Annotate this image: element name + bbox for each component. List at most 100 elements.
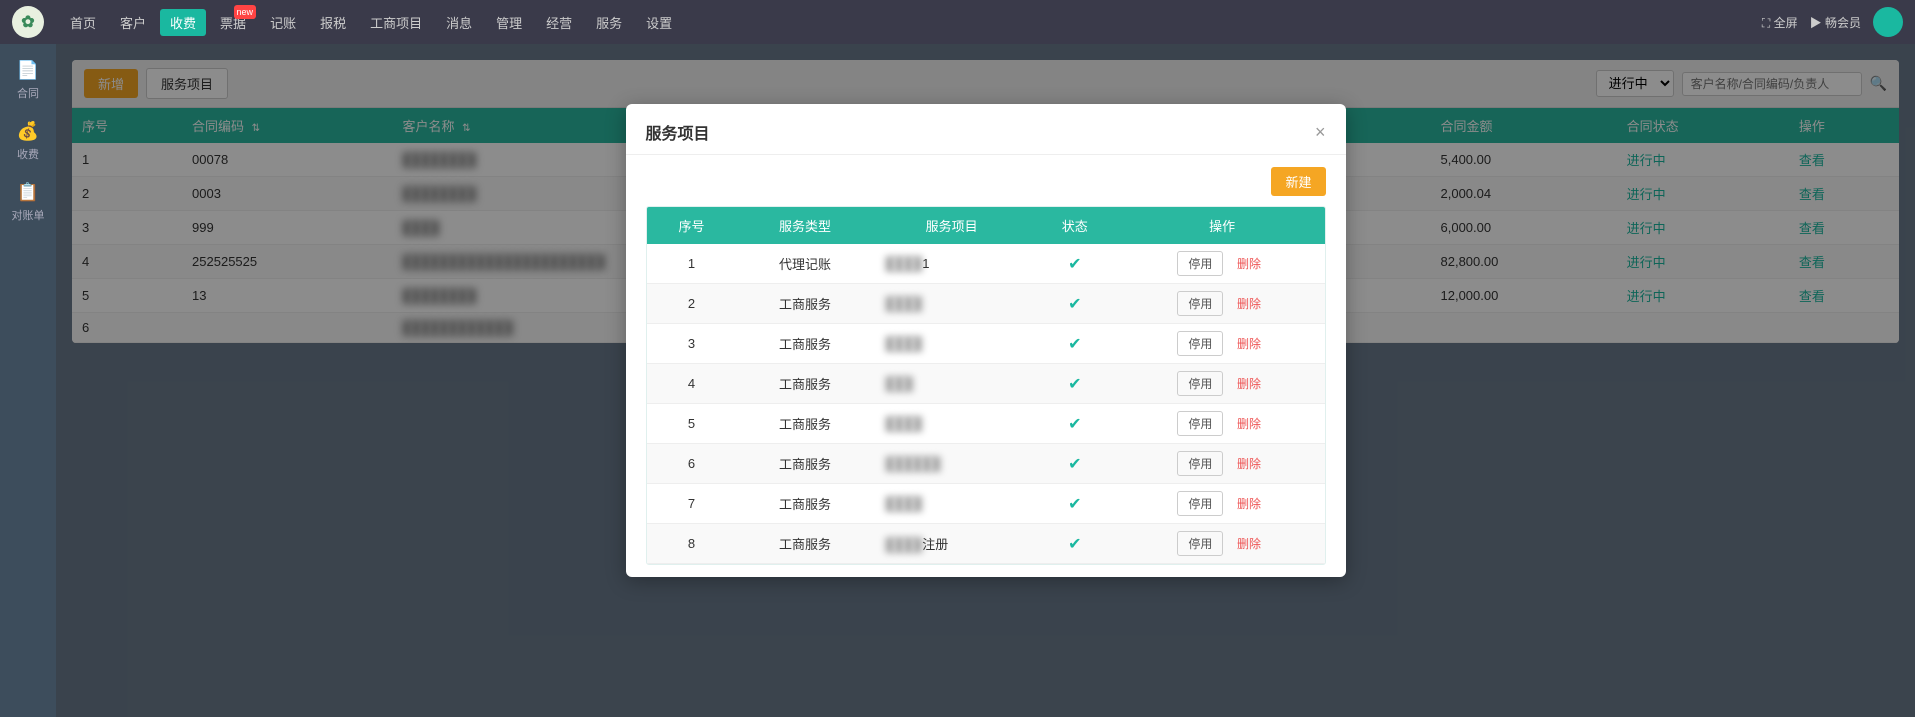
dialog-cell-type: 代理记账 xyxy=(737,244,874,284)
dialog-table-row: 3 工商服务 ████ ✔ 停用 删除 xyxy=(647,324,1325,364)
dialog-cell-type: 工商服务 xyxy=(737,364,874,404)
dialog-cell-type: 工商服务 xyxy=(737,524,874,564)
dialog-new-button[interactable]: 新建 xyxy=(1271,167,1325,196)
delete-button[interactable]: 删除 xyxy=(1231,372,1267,395)
project-name: ██████ xyxy=(885,456,940,471)
service-table: 序号 服务类型 服务项目 状态 操作 1 代理记账 ████1 ✔ 停用 xyxy=(647,207,1325,564)
dialog-header: 服务项目 × xyxy=(626,104,1346,155)
dialog-cell-seq: 5 xyxy=(647,404,737,444)
delete-button[interactable]: 删除 xyxy=(1231,412,1267,435)
nav-home[interactable]: 首页 xyxy=(60,9,106,36)
project-name: ████ xyxy=(885,296,922,311)
nav-fee[interactable]: 收费 xyxy=(160,9,206,36)
stop-button[interactable]: 停用 xyxy=(1177,371,1223,396)
dialog-cell-status: ✔ xyxy=(1030,484,1120,524)
dialog-cell-seq: 8 xyxy=(647,524,737,564)
avatar[interactable] xyxy=(1873,7,1903,37)
stop-button[interactable]: 停用 xyxy=(1177,491,1223,516)
dialog-cell-action: 停用 删除 xyxy=(1120,364,1325,404)
check-icon: ✔ xyxy=(1068,296,1081,313)
nav-service[interactable]: 服务 xyxy=(586,9,632,36)
dialog-body: 新建 序号 服务类型 服务项目 状态 操作 xyxy=(626,155,1346,577)
project-name: ███ xyxy=(885,376,913,391)
dialog-cell-status: ✔ xyxy=(1030,364,1120,404)
stop-button[interactable]: 停用 xyxy=(1177,251,1223,276)
sidebar-item-reconciliation[interactable]: 📋 对账单 xyxy=(0,174,56,231)
nav-settings[interactable]: 设置 xyxy=(636,9,682,36)
member-button[interactable]: ▶ 畅会员 xyxy=(1810,14,1861,31)
dialog-cell-action: 停用 删除 xyxy=(1120,244,1325,284)
overlay: 服务项目 × 新建 序号 服务类型 服务项目 xyxy=(56,44,1915,717)
delete-button[interactable]: 删除 xyxy=(1231,492,1267,515)
sidebar-item-fee[interactable]: 💰 收费 xyxy=(0,113,56,170)
dialog: 服务项目 × 新建 序号 服务类型 服务项目 xyxy=(626,104,1346,577)
check-icon: ✔ xyxy=(1068,416,1081,433)
dialog-cell-status: ✔ xyxy=(1030,244,1120,284)
dialog-col-seq: 序号 xyxy=(647,207,737,244)
stop-button[interactable]: 停用 xyxy=(1177,411,1223,436)
nav-operation[interactable]: 经营 xyxy=(536,9,582,36)
nav-invoice[interactable]: 票据new xyxy=(210,9,256,36)
dialog-cell-action: 停用 删除 xyxy=(1120,524,1325,564)
contract-icon: 📄 xyxy=(17,60,39,81)
check-icon: ✔ xyxy=(1068,336,1081,353)
stop-button[interactable]: 停用 xyxy=(1177,331,1223,356)
dialog-close-button[interactable]: × xyxy=(1315,123,1326,141)
dialog-table-row: 6 工商服务 ██████ ✔ 停用 删除 xyxy=(647,444,1325,484)
dialog-cell-seq: 2 xyxy=(647,284,737,324)
delete-button[interactable]: 删除 xyxy=(1231,452,1267,475)
check-icon: ✔ xyxy=(1068,496,1081,513)
nav-tax[interactable]: 报税 xyxy=(310,9,356,36)
dialog-cell-type: 工商服务 xyxy=(737,284,874,324)
dialog-cell-seq: 6 xyxy=(647,444,737,484)
dialog-cell-action: 停用 删除 xyxy=(1120,484,1325,524)
dialog-cell-type: 工商服务 xyxy=(737,324,874,364)
delete-button[interactable]: 删除 xyxy=(1231,332,1267,355)
dialog-cell-project: ████ xyxy=(873,324,1029,364)
dialog-table-row: 5 工商服务 ████ ✔ 停用 删除 xyxy=(647,404,1325,444)
project-name: ████ xyxy=(885,496,922,511)
dialog-cell-seq: 3 xyxy=(647,324,737,364)
reconciliation-icon: 📋 xyxy=(17,182,39,203)
dialog-cell-action: 停用 删除 xyxy=(1120,404,1325,444)
dialog-cell-status: ✔ xyxy=(1030,444,1120,484)
fullscreen-button[interactable]: ⛶ 全屏 xyxy=(1762,14,1798,31)
delete-button[interactable]: 删除 xyxy=(1231,292,1267,315)
stop-button[interactable]: 停用 xyxy=(1177,291,1223,316)
main-content: 新增 服务项目 进行中 已完成 已终止 🔍 序号 合同编 xyxy=(56,44,1915,717)
layout: 📄 合同 💰 收费 📋 对账单 新增 服务项目 进行中 已完成 已终止 xyxy=(0,44,1915,717)
check-icon: ✔ xyxy=(1068,376,1081,393)
project-name: ████ xyxy=(885,416,922,431)
nav-management[interactable]: 管理 xyxy=(486,9,532,36)
dialog-col-type: 服务类型 xyxy=(737,207,874,244)
dialog-title: 服务项目 xyxy=(646,120,710,144)
nav-customer[interactable]: 客户 xyxy=(110,9,156,36)
dialog-toolbar: 新建 xyxy=(646,167,1326,196)
stop-button[interactable]: 停用 xyxy=(1177,451,1223,476)
dialog-cell-type: 工商服务 xyxy=(737,484,874,524)
dialog-cell-project: ████1 xyxy=(873,244,1029,284)
nav-bookkeeping[interactable]: 记账 xyxy=(260,9,306,36)
delete-button[interactable]: 删除 xyxy=(1231,532,1267,555)
nav-business-project[interactable]: 工商项目 xyxy=(360,9,432,36)
top-nav: ✿ 首页 客户 收费 票据new 记账 报税 工商项目 消息 管理 经营 服务 … xyxy=(0,0,1915,44)
dialog-col-project: 服务项目 xyxy=(873,207,1029,244)
dialog-table-row: 7 工商服务 ████ ✔ 停用 删除 xyxy=(647,484,1325,524)
sidebar-item-contract[interactable]: 📄 合同 xyxy=(0,52,56,109)
dialog-cell-action: 停用 删除 xyxy=(1120,324,1325,364)
dialog-table-row: 4 工商服务 ███ ✔ 停用 删除 xyxy=(647,364,1325,404)
dialog-cell-status: ✔ xyxy=(1030,524,1120,564)
nav-items: 首页 客户 收费 票据new 记账 报税 工商项目 消息 管理 经营 服务 设置 xyxy=(60,9,1762,36)
stop-button[interactable]: 停用 xyxy=(1177,531,1223,556)
sidebar-item-fee-label: 收费 xyxy=(17,146,39,162)
dialog-cell-seq: 1 xyxy=(647,244,737,284)
fee-icon: 💰 xyxy=(17,121,39,142)
dialog-table-wrap[interactable]: 序号 服务类型 服务项目 状态 操作 1 代理记账 ████1 ✔ 停用 xyxy=(646,206,1326,565)
dialog-cell-status: ✔ xyxy=(1030,324,1120,364)
dialog-col-action: 操作 xyxy=(1120,207,1325,244)
delete-button[interactable]: 删除 xyxy=(1231,252,1267,275)
dialog-col-status: 状态 xyxy=(1030,207,1120,244)
check-icon: ✔ xyxy=(1068,456,1081,473)
nav-message[interactable]: 消息 xyxy=(436,9,482,36)
dialog-cell-action: 停用 删除 xyxy=(1120,284,1325,324)
